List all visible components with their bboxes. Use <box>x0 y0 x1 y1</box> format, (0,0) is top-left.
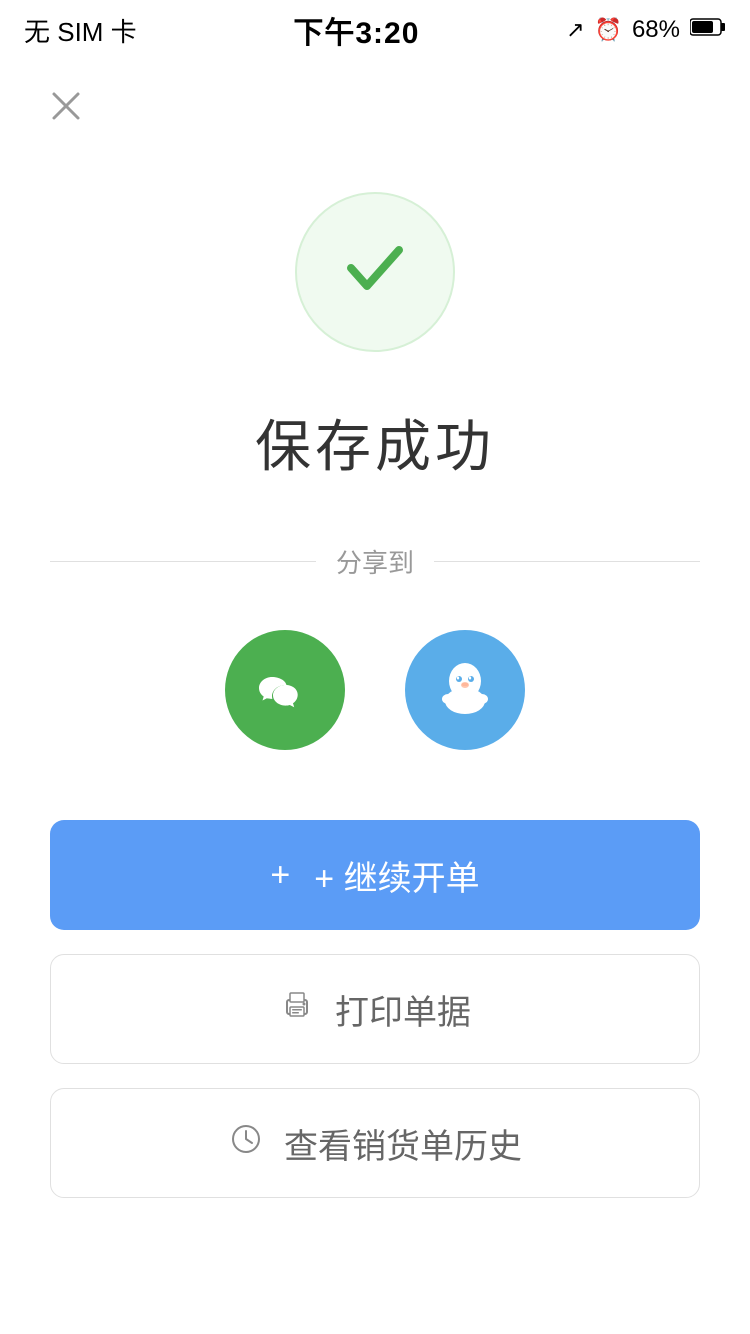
battery-text: 68% <box>632 16 680 44</box>
history-button[interactable]: 查看销货单历史 <box>50 1088 700 1198</box>
history-label: 查看销货单历史 <box>284 1119 522 1168</box>
actions-section: + + 继续开单 打印单据 <box>50 820 700 1198</box>
success-icon-circle <box>295 192 455 352</box>
status-bar: 无 SIM 卡 下午3:20 ↗ ⏰ 68% <box>0 0 750 60</box>
close-button[interactable] <box>40 80 92 132</box>
continue-order-button[interactable]: + + 继续开单 <box>50 820 700 930</box>
check-icon <box>335 226 415 319</box>
print-icon <box>279 987 315 1032</box>
success-title: 保存成功 <box>255 402 495 483</box>
location-icon: ↗ <box>566 17 584 43</box>
print-label: 打印单据 <box>335 985 471 1034</box>
qq-share-button[interactable] <box>405 630 525 750</box>
carrier-text: 无 SIM 卡 <box>24 12 137 49</box>
history-icon <box>228 1121 264 1166</box>
share-label: 分享到 <box>336 543 414 580</box>
wechat-share-button[interactable] <box>225 630 345 750</box>
share-section: 分享到 <box>50 543 700 580</box>
page-header <box>0 60 750 152</box>
continue-label: + 继续开单 <box>314 851 479 900</box>
alarm-icon: ⏰ <box>595 17 622 43</box>
main-content: 保存成功 分享到 <box>0 152 750 1334</box>
status-right: ↗ ⏰ 68% <box>566 16 726 44</box>
battery-icon <box>690 16 726 44</box>
share-line-left <box>50 561 316 562</box>
share-icons-row <box>50 630 700 750</box>
continue-icon: + <box>270 856 290 895</box>
status-left: 无 SIM 卡 <box>24 12 147 49</box>
share-line-right <box>434 561 700 562</box>
print-button[interactable]: 打印单据 <box>50 954 700 1064</box>
status-time: 下午3:20 <box>293 8 419 52</box>
